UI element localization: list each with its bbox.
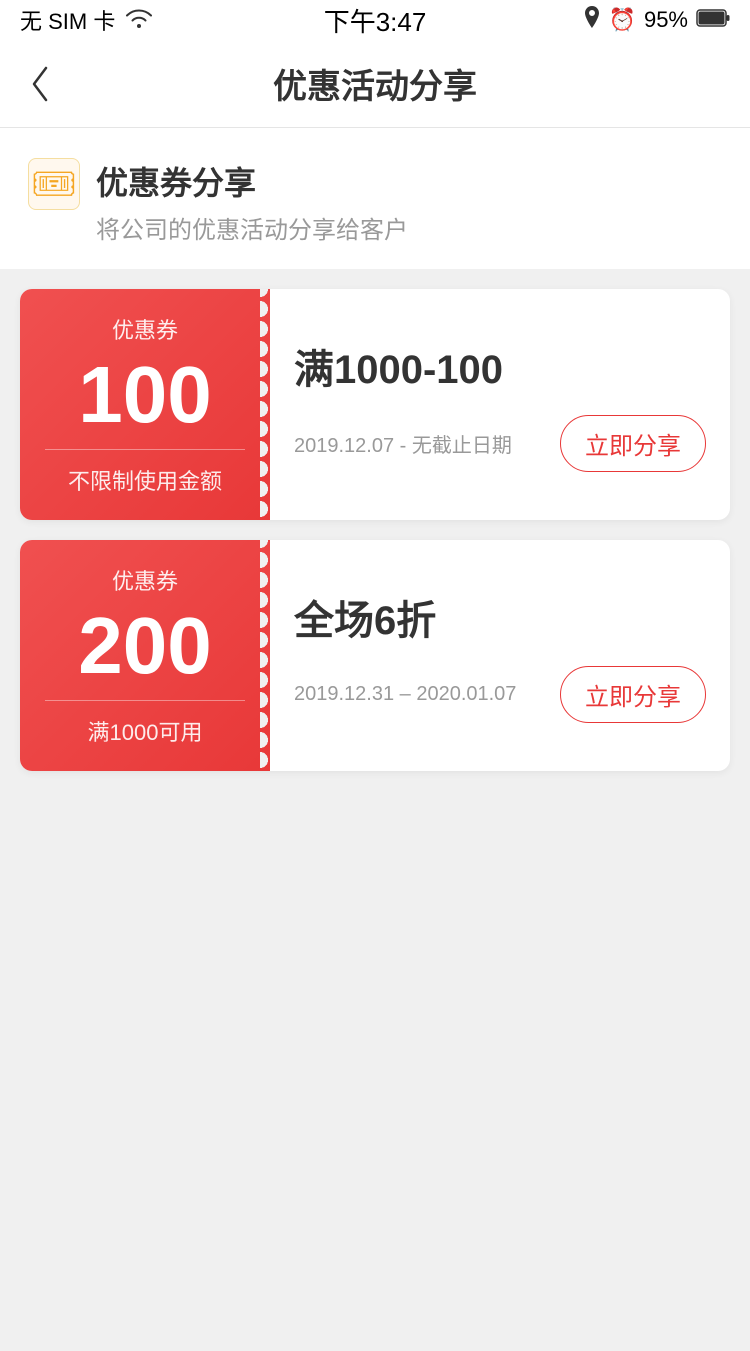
coupon-left-1: 优惠券 100 不限制使用金额 [20,289,270,520]
share-button-1[interactable]: 立即分享 [560,415,706,472]
coupon-label-2: 优惠券 [112,564,178,596]
status-right: ⏰ 95% [583,6,730,34]
section-subtitle: 将公司的优惠活动分享给客户 [96,210,408,245]
status-left: 无 SIM 卡 [20,4,153,36]
battery-text: 95% [644,7,688,33]
coupon-right-1: 满1000-100 2019.12.07 - 无截止日期 立即分享 [270,289,730,520]
coupon-name-1: 满1000-100 [294,337,706,395]
section-title: 优惠券分享 [96,158,408,204]
location-icon [583,6,601,34]
section-text: 优惠券分享 将公司的优惠活动分享给客户 [96,158,408,245]
coupon-condition-2: 满1000可用 [88,715,203,747]
coupon-list: 优惠券 100 不限制使用金额 满1000-100 2019.12.07 - 无… [0,269,750,791]
share-button-2[interactable]: 立即分享 [560,666,706,723]
section-header: 🎟 优惠券分享 将公司的优惠活动分享给客户 [0,128,750,269]
coupon-footer-2: 2019.12.31 – 2020.01.07 立即分享 [294,666,706,723]
coupon-condition-1: 不限制使用金额 [68,464,222,496]
coupon-icon: 🎟 [28,158,80,210]
page-title: 优惠活动分享 [273,59,477,108]
coupon-card-1: 优惠券 100 不限制使用金额 满1000-100 2019.12.07 - 无… [20,289,730,520]
coupon-footer-1: 2019.12.07 - 无截止日期 立即分享 [294,415,706,472]
status-time: 下午3:47 [324,2,427,39]
coupon-right-2: 全场6折 2019.12.31 – 2020.01.07 立即分享 [270,540,730,771]
battery-icon [696,7,730,33]
coupon-amount-2: 200 [78,606,211,686]
coupon-divider-1 [45,449,245,450]
coupon-amount-1: 100 [78,355,211,435]
alarm-icon: ⏰ [609,7,636,33]
coupon-left-2: 优惠券 200 满1000可用 [20,540,270,771]
coupon-date-1: 2019.12.07 - 无截止日期 [294,429,550,458]
wifi-icon [125,6,153,34]
coupon-divider-2 [45,700,245,701]
carrier-text: 无 SIM 卡 [20,4,115,36]
back-button[interactable] [28,64,52,104]
coupon-date-2: 2019.12.31 – 2020.01.07 [294,683,550,706]
coupon-label-1: 优惠券 [112,313,178,345]
coupon-card-2: 优惠券 200 满1000可用 全场6折 2019.12.31 – 2020.0… [20,540,730,771]
coupon-name-2: 全场6折 [294,588,706,646]
nav-bar: 优惠活动分享 [0,40,750,128]
bottom-empty [0,791,750,1351]
status-bar: 无 SIM 卡 下午3:47 ⏰ 95% [0,0,750,40]
